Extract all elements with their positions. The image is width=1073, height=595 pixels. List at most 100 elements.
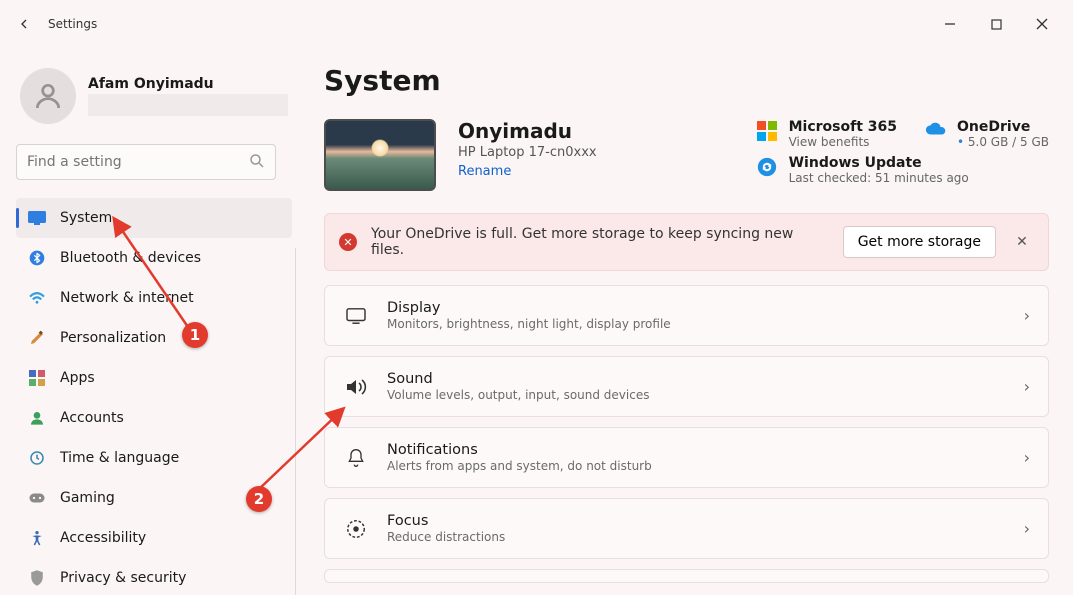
annotation-badge-2: 2 — [246, 486, 272, 512]
hero-row: Onyimadu HP Laptop 17-cn0xxx Rename Micr… — [324, 119, 1049, 191]
back-button[interactable] — [8, 8, 40, 40]
onedrive-icon — [925, 121, 947, 143]
user-name: Afam Onyimadu — [88, 76, 288, 92]
nav-item-personalization[interactable]: Personalization — [16, 318, 292, 358]
avatar — [20, 68, 76, 124]
annotation-badge-1: 1 — [182, 322, 208, 348]
display-icon — [28, 209, 46, 227]
tile-windows-update[interactable]: Windows Update Last checked: 51 minutes … — [757, 155, 1049, 185]
tile-title: OneDrive — [957, 119, 1049, 135]
card-title: Focus — [387, 513, 505, 529]
search-input[interactable] — [16, 144, 276, 180]
accessibility-icon — [28, 529, 46, 547]
main-panel: System Onyimadu HP Laptop 17-cn0xxx Rena… — [300, 48, 1073, 595]
bluetooth-icon — [28, 249, 46, 267]
alert-text: Your OneDrive is full. Get more storage … — [371, 226, 829, 258]
nav-label: Accessibility — [60, 530, 146, 546]
status-tiles: Microsoft 365 View benefits OneDrive 5.0… — [757, 119, 1049, 185]
alert-close-button[interactable]: ✕ — [1010, 234, 1034, 250]
pc-info: Onyimadu HP Laptop 17-cn0xxx Rename — [458, 119, 597, 179]
maximize-button[interactable] — [973, 8, 1019, 40]
nav-list: System Bluetooth & devices Network & int… — [16, 198, 292, 595]
person-icon — [32, 80, 64, 112]
card-notifications[interactable]: Notifications Alerts from apps and syste… — [324, 427, 1049, 488]
microsoft-icon — [757, 121, 779, 143]
card-sub: Reduce distractions — [387, 530, 505, 544]
chevron-right-icon: › — [1024, 377, 1030, 396]
shield-icon — [28, 569, 46, 587]
pc-name: Onyimadu — [458, 119, 597, 143]
minimize-icon — [944, 18, 956, 30]
user-email-redacted — [88, 94, 288, 116]
close-button[interactable] — [1019, 8, 1065, 40]
account-icon — [28, 409, 46, 427]
bell-icon — [343, 445, 369, 471]
onedrive-alert: ✕ Your OneDrive is full. Get more storag… — [324, 213, 1049, 271]
nav-item-privacy[interactable]: Privacy & security — [16, 558, 292, 595]
nav-label: Accounts — [60, 410, 124, 426]
close-icon — [1036, 18, 1048, 30]
settings-cards: Display Monitors, brightness, night ligh… — [324, 285, 1049, 583]
brush-icon — [28, 329, 46, 347]
maximize-icon — [991, 19, 1002, 30]
sound-icon — [343, 374, 369, 400]
chevron-right-icon: › — [1024, 519, 1030, 538]
titlebar: Settings — [0, 0, 1073, 48]
card-display[interactable]: Display Monitors, brightness, night ligh… — [324, 285, 1049, 346]
tile-microsoft365[interactable]: Microsoft 365 View benefits — [757, 119, 897, 149]
monitor-icon — [343, 303, 369, 329]
chevron-right-icon: › — [1024, 306, 1030, 325]
card-title: Notifications — [387, 442, 652, 458]
nav-label: Apps — [60, 370, 95, 386]
tile-sub: 5.0 GB / 5 GB — [957, 135, 1049, 149]
focus-icon — [343, 516, 369, 542]
nav-label: Gaming — [60, 490, 115, 506]
arrow-left-icon — [16, 16, 32, 32]
card-focus[interactable]: Focus Reduce distractions › — [324, 498, 1049, 559]
nav-item-network[interactable]: Network & internet — [16, 278, 292, 318]
clock-icon — [28, 449, 46, 467]
card-title: Sound — [387, 371, 649, 387]
get-storage-button[interactable]: Get more storage — [843, 226, 996, 258]
wifi-icon — [28, 289, 46, 307]
nav-label: Time & language — [60, 450, 179, 466]
nav-label: Bluetooth & devices — [60, 250, 201, 266]
card-sub: Volume levels, output, input, sound devi… — [387, 388, 649, 402]
nav-label: Personalization — [60, 330, 166, 346]
card-sub: Alerts from apps and system, do not dist… — [387, 459, 652, 473]
tile-title: Windows Update — [789, 155, 969, 171]
pc-model: HP Laptop 17-cn0xxx — [458, 145, 597, 160]
window-controls — [927, 8, 1065, 40]
apps-icon — [28, 369, 46, 387]
nav-label: Privacy & security — [60, 570, 186, 586]
chevron-right-icon: › — [1024, 448, 1030, 467]
nav-item-bluetooth[interactable]: Bluetooth & devices — [16, 238, 292, 278]
error-icon: ✕ — [339, 233, 357, 251]
sidebar: Afam Onyimadu System Bluetooth & devices… — [0, 48, 300, 595]
sidebar-scrollbar[interactable] — [295, 248, 296, 595]
search-box[interactable] — [16, 144, 276, 180]
tile-title: Microsoft 365 — [789, 119, 897, 135]
nav-item-apps[interactable]: Apps — [16, 358, 292, 398]
user-profile[interactable]: Afam Onyimadu — [16, 60, 292, 140]
nav-item-system[interactable]: System — [16, 198, 292, 238]
content-area: Afam Onyimadu System Bluetooth & devices… — [0, 48, 1073, 595]
tile-sub: View benefits — [789, 135, 897, 149]
window-title: Settings — [48, 17, 97, 31]
tile-onedrive[interactable]: OneDrive 5.0 GB / 5 GB — [925, 119, 1049, 149]
nav-item-time[interactable]: Time & language — [16, 438, 292, 478]
search-icon — [248, 152, 266, 170]
card-sub: Monitors, brightness, night light, displ… — [387, 317, 671, 331]
minimize-button[interactable] — [927, 8, 973, 40]
card-title: Display — [387, 300, 671, 316]
update-icon — [757, 157, 779, 179]
nav-label: System — [60, 210, 112, 226]
nav-item-accessibility[interactable]: Accessibility — [16, 518, 292, 558]
gamepad-icon — [28, 489, 46, 507]
rename-link[interactable]: Rename — [458, 164, 511, 179]
pc-thumbnail — [324, 119, 436, 191]
tile-sub: Last checked: 51 minutes ago — [789, 171, 969, 185]
nav-label: Network & internet — [60, 290, 194, 306]
nav-item-accounts[interactable]: Accounts — [16, 398, 292, 438]
card-sound[interactable]: Sound Volume levels, output, input, soun… — [324, 356, 1049, 417]
